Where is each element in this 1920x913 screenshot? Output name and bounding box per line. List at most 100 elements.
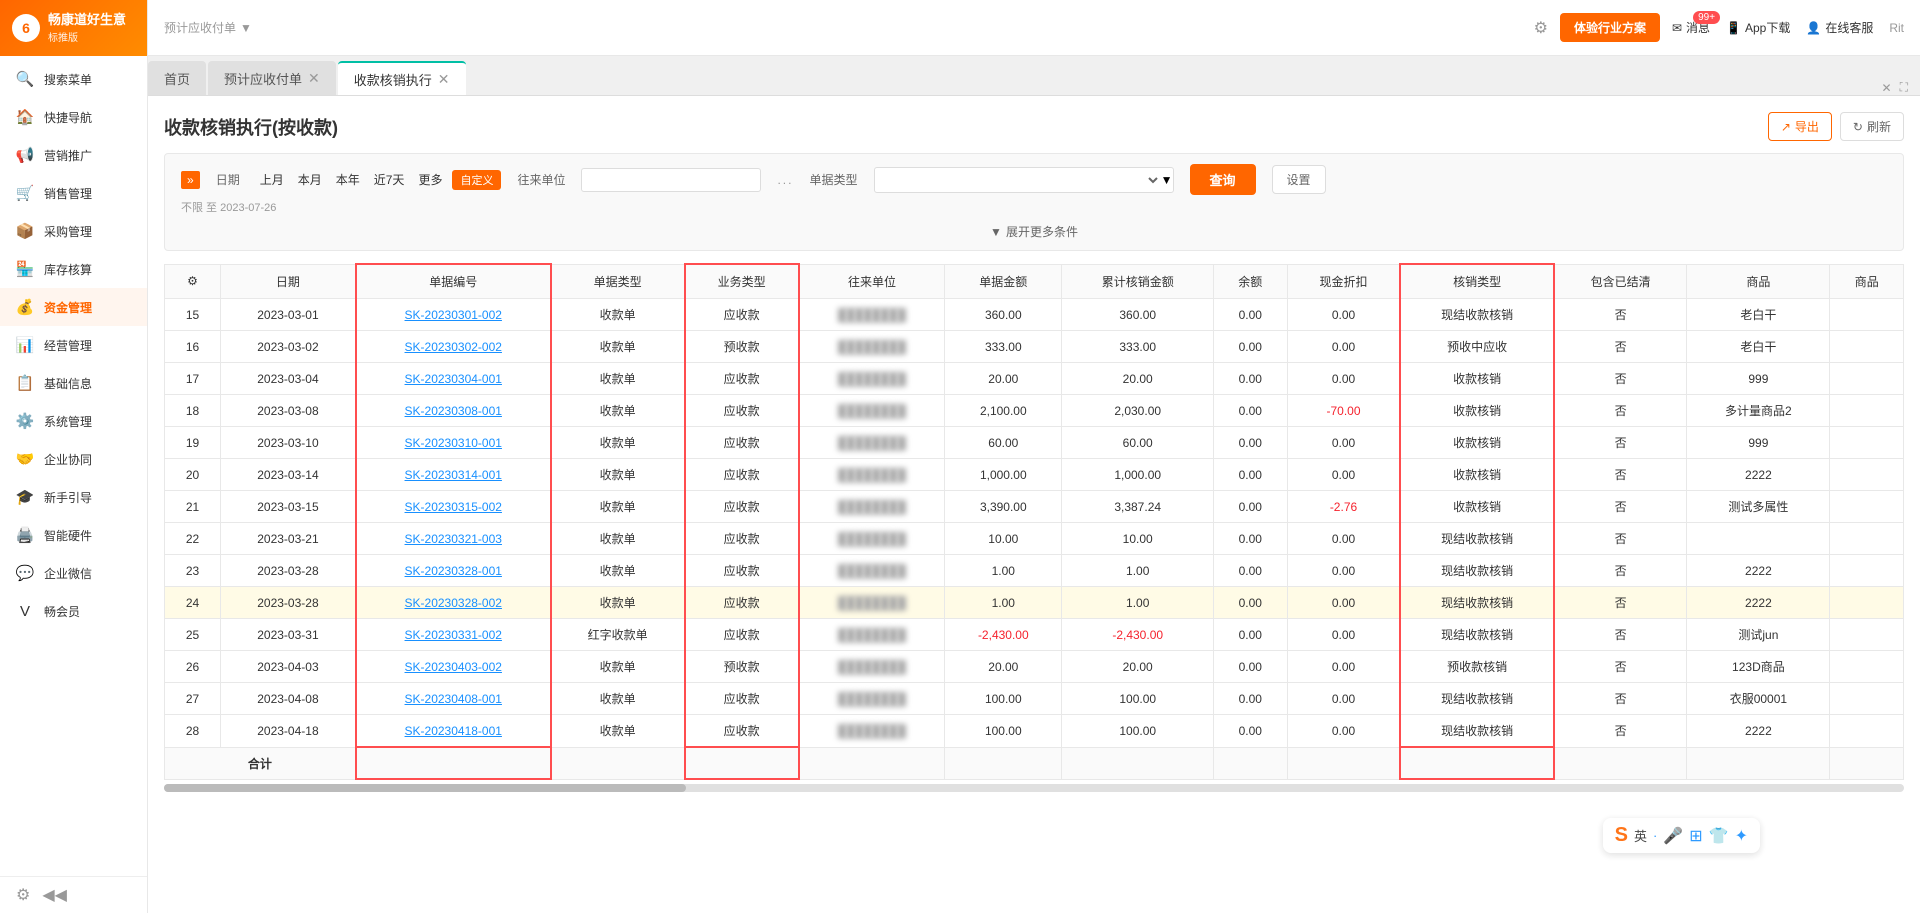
filter-date-last-month[interactable]: 上月	[256, 169, 288, 190]
sidebar-item-system[interactable]: ⚙️ 系统管理	[0, 402, 147, 440]
collapse-icon[interactable]: ◀◀	[42, 885, 67, 905]
table-row: 15 2023-03-01 SK-20230301-002 收款单 应收款 ██…	[165, 299, 1904, 331]
voucher-no-link[interactable]: SK-20230301-002	[405, 308, 502, 322]
table-scrollbar[interactable]	[164, 784, 1904, 792]
page-title: 收款核销执行(按收款)	[164, 114, 338, 140]
cell-balance: 0.00	[1214, 491, 1287, 523]
cell-voucher-type: 收款单	[551, 523, 685, 555]
cell-voucher-no: SK-20230328-001	[356, 555, 551, 587]
filter-date-custom[interactable]: 自定义	[452, 170, 501, 190]
footer-verify-type	[1400, 747, 1553, 779]
cell-voucher-no: SK-20230304-001	[356, 363, 551, 395]
sidebar-business-icon: 📊	[16, 336, 34, 354]
voucher-no-link[interactable]: SK-20230418-001	[405, 724, 502, 738]
cell-date: 2023-03-31	[221, 619, 356, 651]
cell-goods: 衣服00001	[1687, 683, 1830, 715]
table-scrollbar-thumb[interactable]	[164, 784, 686, 792]
app-download-button[interactable]: 📱 App下载	[1726, 19, 1790, 36]
cell-date: 2023-03-28	[221, 555, 356, 587]
settings-icon[interactable]: ⚙	[16, 885, 30, 905]
cell-verify-type: 现结收款核销	[1400, 683, 1553, 715]
cell-verify-type: 收款核销	[1400, 363, 1553, 395]
cell-biz-type: 应收款	[685, 491, 799, 523]
filter-date-more[interactable]: 更多	[414, 169, 446, 190]
filter-date-7days[interactable]: 近7天	[370, 169, 409, 190]
voucher-no-link[interactable]: SK-20230408-001	[405, 692, 502, 706]
sidebar-item-purchase[interactable]: 📦 采购管理	[0, 212, 147, 250]
voucher-no-link[interactable]: SK-20230304-001	[405, 372, 502, 386]
cell-partner: ████████	[799, 299, 945, 331]
sidebar-item-marketing[interactable]: 📢 营销推广	[0, 136, 147, 174]
voucher-no-link[interactable]: SK-20230328-001	[405, 564, 502, 578]
filter-date-this-month[interactable]: 本月	[294, 169, 326, 190]
tab-collection[interactable]: 收款核销执行 ✕	[338, 61, 466, 95]
tab-home[interactable]: 首页	[148, 61, 206, 95]
cell-include-settled: 否	[1554, 715, 1687, 748]
industry-solution-button[interactable]: 体验行业方案	[1560, 13, 1660, 42]
cell-goods: 2222	[1687, 587, 1830, 619]
voucher-no-link[interactable]: SK-20230321-003	[405, 532, 502, 546]
voucher-no-link[interactable]: SK-20230302-002	[405, 340, 502, 354]
cell-cash-discount: 0.00	[1287, 651, 1400, 683]
cell-amount: 20.00	[945, 651, 1062, 683]
export-button[interactable]: ↗ 导出	[1768, 112, 1832, 141]
voucher-no-link[interactable]: SK-20230403-002	[405, 660, 502, 674]
sidebar-item-inventory[interactable]: 🏪 库存核算	[0, 250, 147, 288]
cell-biz-type: 应收款	[685, 523, 799, 555]
tab-receivable-close-icon[interactable]: ✕	[308, 70, 320, 87]
cell-voucher-no: SK-20230308-001	[356, 395, 551, 427]
shirt-icon: 👕	[1709, 826, 1729, 846]
sidebar-hardware-icon: 🖨️	[16, 526, 34, 544]
cell-partner: ████████	[799, 427, 945, 459]
th-settings[interactable]: ⚙	[165, 264, 221, 299]
cell-voucher-type: 收款单	[551, 395, 685, 427]
cell-include-settled: 否	[1554, 459, 1687, 491]
sidebar-item-enterprise[interactable]: 🤝 企业协同	[0, 440, 147, 478]
messages-button[interactable]: ✉ 消息 99+	[1672, 19, 1710, 36]
filter-settings-button[interactable]: 设置	[1272, 165, 1326, 194]
voucher-no-link[interactable]: SK-20230315-002	[405, 500, 502, 514]
filter-expand-button[interactable]: »	[181, 171, 200, 189]
tab-close-all-icon[interactable]: ✕	[1882, 81, 1892, 95]
cell-no: 19	[165, 427, 221, 459]
voucher-no-link[interactable]: SK-20230328-002	[405, 596, 502, 610]
cell-biz-type: 应收款	[685, 299, 799, 331]
watermark-s-icon: S	[1615, 824, 1628, 847]
cell-partner: ████████	[799, 459, 945, 491]
th-verified-amount: 累计核销金额	[1062, 264, 1214, 299]
sidebar-item-quick-nav[interactable]: 🏠 快捷导航	[0, 98, 147, 136]
footer-verified	[1062, 747, 1214, 779]
filter-partner-input[interactable]	[581, 168, 761, 192]
filter-voucher-type-label: 单据类型	[809, 171, 857, 188]
query-button[interactable]: 查询	[1190, 164, 1256, 195]
tab-receivable[interactable]: 预计应收付单 ✕	[208, 61, 336, 95]
sidebar-item-finance[interactable]: 💰 资金管理	[0, 288, 147, 326]
filter-partner-dots[interactable]: ...	[777, 173, 793, 187]
filter-date-this-year[interactable]: 本年	[332, 169, 364, 190]
sidebar-item-search[interactable]: 🔍 搜索菜单	[0, 60, 147, 98]
voucher-no-link[interactable]: SK-20230314-001	[405, 468, 502, 482]
sidebar-item-guide[interactable]: 🎓 新手引导	[0, 478, 147, 516]
sidebar-item-business[interactable]: 📊 经营管理	[0, 326, 147, 364]
cell-date: 2023-04-08	[221, 683, 356, 715]
refresh-button[interactable]: ↻ 刷新	[1840, 112, 1904, 141]
expand-more-button[interactable]: ▼ 展开更多条件	[990, 223, 1078, 240]
tab-fullscreen-icon[interactable]: ⛶	[1900, 80, 1908, 95]
sidebar-item-member[interactable]: V 畅会员	[0, 592, 147, 630]
topbar-gear-icon[interactable]: ⚙	[1534, 18, 1548, 38]
sidebar-item-basic[interactable]: 📋 基础信息	[0, 364, 147, 402]
cell-goods2	[1830, 715, 1904, 748]
filter-partner-label: 往来单位	[517, 171, 565, 188]
online-service-button[interactable]: 👤 在线客服	[1806, 19, 1873, 36]
sidebar-item-sales[interactable]: 🛒 销售管理	[0, 174, 147, 212]
sidebar-item-wechat[interactable]: 💬 企业微信	[0, 554, 147, 592]
voucher-no-link[interactable]: SK-20230331-002	[405, 628, 502, 642]
voucher-no-link[interactable]: SK-20230310-001	[405, 436, 502, 450]
tab-collection-close-icon[interactable]: ✕	[438, 71, 450, 88]
footer-include-settled	[1554, 747, 1687, 779]
voucher-no-link[interactable]: SK-20230308-001	[405, 404, 502, 418]
filter-voucher-type-select[interactable]	[875, 168, 1161, 192]
sidebar-item-hardware[interactable]: 🖨️ 智能硬件	[0, 516, 147, 554]
sidebar-guide-icon: 🎓	[16, 488, 34, 506]
cell-voucher-no: SK-20230315-002	[356, 491, 551, 523]
